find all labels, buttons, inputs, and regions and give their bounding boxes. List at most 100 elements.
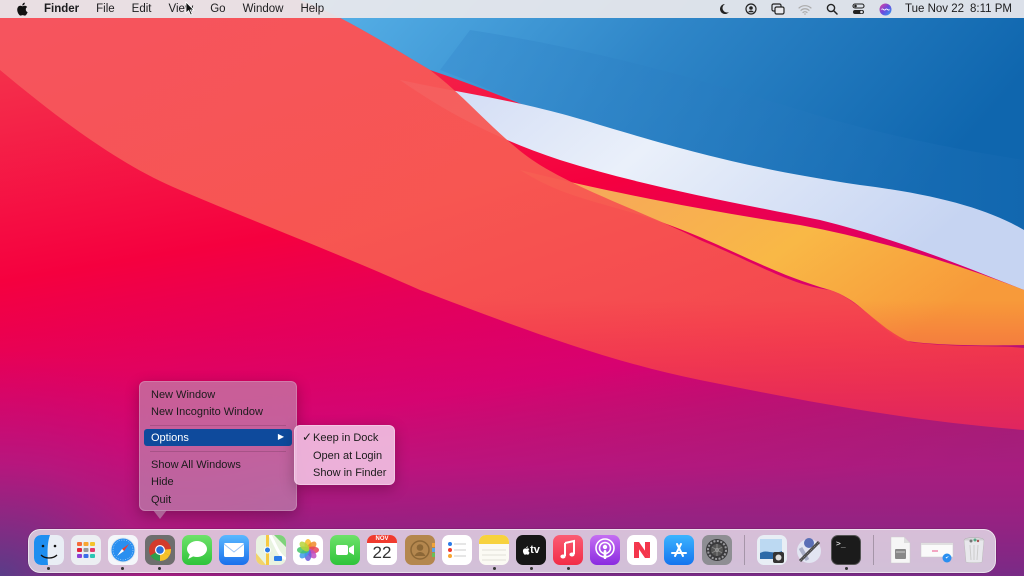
dock-app-podcasts[interactable] [590, 535, 620, 565]
launchpad-icon [77, 542, 95, 558]
document-file-icon [890, 536, 911, 564]
tv-label: tv [530, 544, 540, 556]
podcasts-icon [595, 538, 615, 559]
menu-item-label: Open at Login [313, 449, 383, 462]
contacts-icon [410, 540, 435, 560]
menu-file[interactable]: File [96, 3, 115, 15]
wifi-icon[interactable] [796, 2, 814, 16]
submenu-arrow-icon: ▶ [277, 432, 284, 441]
dock-app-photos[interactable] [293, 535, 323, 565]
dock-trash[interactable] [959, 535, 989, 565]
automator-robot-icon [797, 538, 821, 563]
dock-app-maps[interactable] [256, 535, 286, 565]
menu-go[interactable]: Go [210, 3, 225, 15]
dock-separator [873, 535, 874, 565]
dock-app-app-store[interactable] [664, 535, 694, 565]
menu-item-new-incognito-window[interactable]: New Incognito Window [144, 403, 292, 420]
menu-item-new-window[interactable]: New Window [144, 386, 292, 403]
dock-app-news[interactable] [627, 535, 657, 565]
notes-icon [479, 535, 509, 561]
menu-item-label: Show All Windows [151, 458, 241, 471]
menu-bar: Finder File Edit View Go Window Help Tue [0, 0, 1024, 18]
screen-mirroring-icon[interactable] [769, 2, 787, 16]
webpage-thumbnail-icon [920, 542, 954, 563]
clock-time: 8:11 PM [970, 3, 1012, 15]
running-indicator [47, 567, 50, 570]
apple-menu-icon[interactable] [12, 2, 32, 16]
calendar-month: NOV [367, 535, 397, 543]
running-indicator [121, 567, 124, 570]
running-indicator [845, 567, 848, 570]
calendar-day: 22 [372, 543, 392, 562]
menu-item-hide[interactable]: Hide [144, 473, 292, 490]
safari-compass-icon [110, 537, 136, 563]
photos-flower-icon [297, 539, 319, 561]
dock-context-menu: New Window New Incognito Window Options … [139, 381, 297, 511]
menu-item-label: Hide [151, 475, 174, 488]
dock-app-preview[interactable] [757, 535, 787, 565]
facetime-camera-icon [336, 545, 354, 555]
menu-window[interactable]: Window [243, 3, 284, 15]
chrome-icon [149, 539, 171, 561]
gear-icon [706, 539, 728, 561]
running-indicator [493, 567, 496, 570]
control-center-icon[interactable] [850, 2, 868, 16]
menu-bar-clock[interactable]: Tue Nov 22 8:11 PM [905, 3, 1012, 15]
trash-icon [963, 537, 985, 563]
messages-bubble-icon [187, 541, 207, 559]
submenu-item-keep-in-dock[interactable]: ✓ Keep in Dock [299, 429, 390, 446]
running-indicator [158, 567, 161, 570]
menu-item-label: New Window [151, 388, 216, 401]
preview-icon [760, 539, 784, 563]
dock-app-mail[interactable] [219, 535, 249, 565]
dock-stack-document[interactable] [885, 535, 915, 565]
menu-item-label: Options [151, 431, 189, 444]
dock-app-system-preferences[interactable] [702, 535, 732, 565]
menu-item-show-all-windows[interactable]: Show All Windows [144, 456, 292, 473]
menu-edit[interactable]: Edit [132, 3, 152, 15]
menu-item-options[interactable]: Options ▶ [144, 429, 292, 446]
menu-item-label: New Incognito Window [151, 405, 263, 418]
running-indicator [567, 567, 570, 570]
submenu-item-open-at-login[interactable]: Open at Login [299, 447, 390, 464]
menu-help[interactable]: Help [300, 3, 324, 15]
apple-tv-icon: tv [522, 544, 540, 556]
menu-item-label: Keep in Dock [313, 431, 379, 444]
menu-item-label: Show in Finder [313, 466, 387, 479]
menu-separator [150, 425, 286, 426]
user-circle-icon[interactable] [742, 2, 760, 16]
dock-app-finder[interactable] [34, 535, 64, 565]
options-submenu: ✓ Keep in Dock Open at Login Show in Fin… [294, 425, 395, 485]
menu-item-label: Quit [151, 493, 172, 506]
news-icon [634, 542, 650, 558]
dock-app-messages[interactable] [182, 535, 212, 565]
dock-app-contacts[interactable] [405, 535, 435, 565]
clock-date: Tue Nov 22 [904, 3, 965, 15]
dock-app-safari[interactable] [108, 535, 138, 565]
dock-app-google-chrome[interactable] [145, 535, 175, 565]
dock-app-automator[interactable] [794, 535, 824, 565]
terminal-prompt-icon: >_ [836, 539, 846, 548]
dock-stack-safari-webpage[interactable] [920, 535, 954, 565]
app-name-menu[interactable]: Finder [44, 3, 79, 15]
mail-envelope-icon [223, 543, 245, 557]
dock-app-music[interactable] [553, 535, 583, 565]
dock-app-tv[interactable]: tv [516, 535, 546, 565]
dock-separator [744, 535, 745, 565]
submenu-item-show-in-finder[interactable]: Show in Finder [299, 464, 390, 481]
spotlight-search-icon[interactable] [823, 2, 841, 16]
context-menu-pointer [153, 510, 167, 519]
dock-app-notes[interactable] [479, 535, 509, 565]
reminders-list-icon [448, 542, 466, 558]
dock-app-reminders[interactable] [442, 535, 472, 565]
siri-icon[interactable] [877, 2, 895, 16]
mouse-pointer-icon [185, 1, 195, 16]
dock-app-facetime[interactable] [330, 535, 360, 565]
dock-app-calendar[interactable]: NOV 22 [367, 535, 397, 565]
dock-app-terminal[interactable]: >_ [831, 535, 861, 565]
menu-item-quit[interactable]: Quit [144, 491, 292, 508]
music-note-icon [560, 539, 575, 559]
moon-icon[interactable] [715, 2, 733, 16]
dock-app-launchpad[interactable] [71, 535, 101, 565]
app-store-icon [671, 543, 687, 557]
